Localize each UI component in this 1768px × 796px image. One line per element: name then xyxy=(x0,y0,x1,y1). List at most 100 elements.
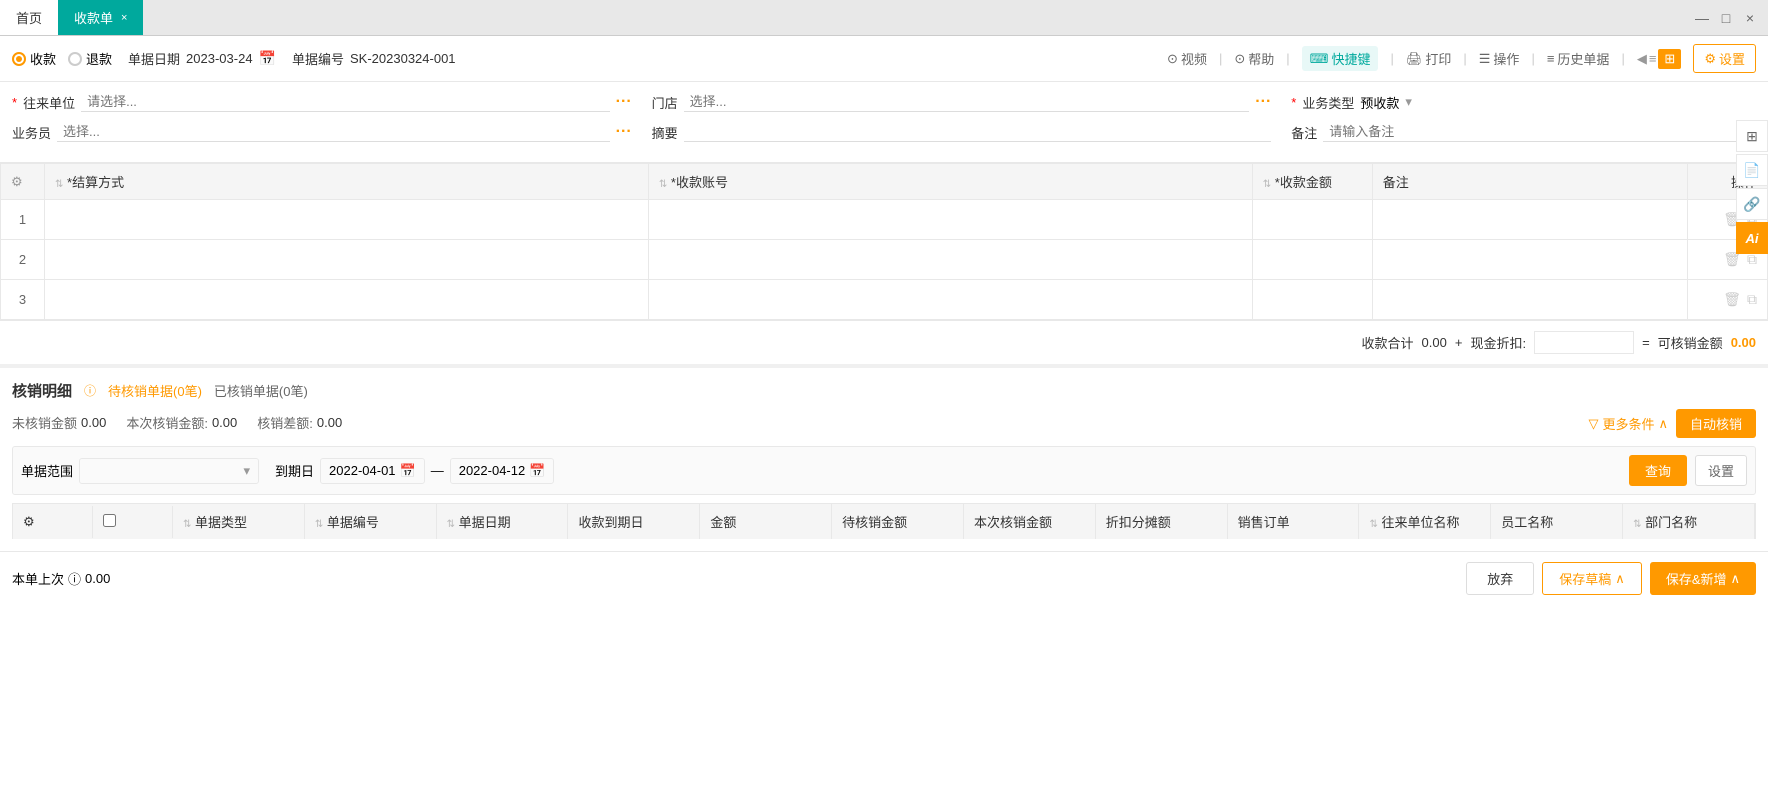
settings-gear-icon: ⚙ xyxy=(1704,51,1716,67)
receipt-radio-dot xyxy=(12,52,26,66)
table-settings-icon[interactable]: ⚙ xyxy=(11,174,23,189)
help-action[interactable]: ⊙ 帮助 xyxy=(1234,49,1274,68)
bth-due-date: 收款到期日 xyxy=(568,504,700,539)
select-all-checkbox[interactable] xyxy=(103,514,116,527)
tab-receipt[interactable]: 收款单 × xyxy=(58,0,143,35)
done-tab[interactable]: 已核销单据(0笔) xyxy=(214,381,308,400)
receipt-radio[interactable]: 收款 xyxy=(12,49,56,68)
store-more-btn[interactable]: ··· xyxy=(1255,93,1271,111)
row-3-copy-icon[interactable]: ⧉ xyxy=(1747,291,1757,308)
refund-radio-label: 退款 xyxy=(86,49,112,68)
row-3-settlement[interactable] xyxy=(45,280,649,320)
print-action[interactable]: 🖨 打印 xyxy=(1406,49,1452,68)
shortcut-action[interactable]: ⌨ 快捷键 xyxy=(1302,46,1379,71)
store-input[interactable] xyxy=(684,92,1250,112)
reconcile-title: 核销明细 xyxy=(12,380,72,401)
sidebar-table-icon[interactable]: ⊞ xyxy=(1736,120,1768,152)
partner-more-btn[interactable]: ··· xyxy=(616,93,632,111)
summary-input[interactable] xyxy=(684,122,1272,142)
toolbar-actions: ⊙ 视频 | ⊙ 帮助 | ⌨ 快捷键 | 🖨 打印 | ☰ 操作 xyxy=(1167,44,1756,73)
date-from-field[interactable]: 2022-04-01 📅 xyxy=(320,458,425,484)
operation-action[interactable]: ☰ 操作 xyxy=(1479,49,1520,68)
right-sidebar: ⊞ 📄 🔗 Ai xyxy=(1736,120,1768,254)
row-1-settlement[interactable] xyxy=(45,200,649,240)
reconcile-info-icon[interactable]: ⓘ xyxy=(84,382,96,399)
date-to-field[interactable]: 2022-04-12 📅 xyxy=(450,458,555,484)
save-new-button[interactable]: 保存&新增 ∧ xyxy=(1650,562,1756,595)
sort-icon-3: ⇅ xyxy=(1263,179,1271,190)
bth-checkbox[interactable] xyxy=(93,506,173,538)
grid-icon[interactable]: ⊞ xyxy=(1658,49,1681,69)
bth-settings-icon: ⚙ xyxy=(23,514,35,529)
note-input[interactable] xyxy=(1323,122,1756,142)
bth-partner: ⇅ 往来单位名称 xyxy=(1359,504,1491,539)
pending-tab[interactable]: 待核销单据(0笔) xyxy=(108,381,202,400)
number-value[interactable]: SK-20230324-001 xyxy=(350,51,456,66)
row-3-delete-icon[interactable]: 🗑 xyxy=(1723,291,1741,308)
receipt-table: ⚙ ⇅ *结算方式 ⇅ *收款账号 ⇅ *收款金额 备注 xyxy=(0,163,1768,320)
sort-icon-2: ⇅ xyxy=(659,179,667,190)
info-icon[interactable]: ⓘ xyxy=(68,569,81,588)
bth-settings[interactable]: ⚙ xyxy=(13,506,93,538)
sidebar-doc-icon[interactable]: 📄 xyxy=(1736,154,1768,186)
save-draft-label: 保存草稿 xyxy=(1559,569,1611,588)
row-3-amount[interactable] xyxy=(1252,280,1372,320)
form-row-2: 业务员 ··· 摘要 备注 xyxy=(12,122,1756,142)
date-calendar-icon[interactable]: 📅 xyxy=(259,50,276,67)
settings-label: 设置 xyxy=(1719,49,1745,68)
plus-sign: + xyxy=(1455,335,1463,350)
video-label: 视频 xyxy=(1181,49,1207,68)
partner-label: 往来单位 xyxy=(23,93,75,112)
row-1-account[interactable] xyxy=(648,200,1252,240)
tab-receipt-label: 收款单 xyxy=(74,8,113,27)
business-type-value: 预收款 xyxy=(1360,93,1399,112)
more-conditions-btn[interactable]: ▽ 更多条件 ∧ xyxy=(1588,414,1668,433)
staff-more-btn[interactable]: ··· xyxy=(616,123,632,141)
abandon-button[interactable]: 放弃 xyxy=(1466,562,1534,595)
date-field-group: 单据日期 2023-03-24 📅 xyxy=(128,49,276,68)
prev-icon[interactable]: ◀ xyxy=(1637,51,1647,67)
sidebar-ai-icon[interactable]: Ai xyxy=(1736,222,1768,254)
query-button[interactable]: 查询 xyxy=(1629,455,1687,486)
tab-bar: 首页 收款单 × — □ × xyxy=(0,0,1768,36)
tab-home-label: 首页 xyxy=(16,8,42,27)
list-icon[interactable]: ≡ xyxy=(1649,51,1657,66)
date-range-dash: — xyxy=(431,463,444,478)
settings-button[interactable]: ⚙ 设置 xyxy=(1693,44,1756,73)
auto-reconcile-button[interactable]: 自动核销 xyxy=(1676,409,1756,438)
row-3-account[interactable] xyxy=(648,280,1252,320)
reconcile-settings-button[interactable]: 设置 xyxy=(1695,455,1747,486)
business-type-label: 业务类型 xyxy=(1302,93,1354,112)
save-draft-button[interactable]: 保存草稿 ∧ xyxy=(1542,562,1642,595)
minimize-button[interactable]: — xyxy=(1692,8,1712,28)
date-to-calendar-icon: 📅 xyxy=(529,463,545,479)
table-section: ⚙ ⇅ *结算方式 ⇅ *收款账号 ⇅ *收款金额 备注 xyxy=(0,163,1768,320)
refund-radio[interactable]: 退款 xyxy=(68,49,112,68)
history-action[interactable]: ≡ 历史单据 xyxy=(1547,49,1610,68)
row-3-note[interactable] xyxy=(1372,280,1687,320)
video-action[interactable]: ⊙ 视频 xyxy=(1167,49,1207,68)
date-value[interactable]: 2023-03-24 xyxy=(186,51,253,66)
sort-icon-dept: ⇅ xyxy=(1633,519,1641,530)
discount-input[interactable] xyxy=(1534,331,1634,354)
unchecked-label: 未核销金额 xyxy=(12,413,77,432)
close-button[interactable]: × xyxy=(1740,8,1760,28)
th-note: 备注 xyxy=(1372,164,1687,200)
staff-input[interactable] xyxy=(57,122,610,142)
partner-input[interactable] xyxy=(81,92,610,112)
row-2-account[interactable] xyxy=(648,240,1252,280)
maximize-button[interactable]: □ xyxy=(1716,8,1736,28)
sort-icon-doc: ⇅ xyxy=(183,519,191,530)
row-1-amount[interactable] xyxy=(1252,200,1372,240)
range-select[interactable]: ▾ xyxy=(79,458,259,484)
number-field-group: 单据编号 SK-20230324-001 xyxy=(292,49,456,68)
th-amount-label: *收款金额 xyxy=(1275,175,1332,190)
row-2-note[interactable] xyxy=(1372,240,1687,280)
tab-home[interactable]: 首页 xyxy=(0,0,58,35)
sidebar-link-icon[interactable]: 🔗 xyxy=(1736,188,1768,220)
tab-close-icon[interactable]: × xyxy=(121,12,127,24)
row-2-settlement[interactable] xyxy=(45,240,649,280)
row-1-note[interactable] xyxy=(1372,200,1687,240)
row-2-amount[interactable] xyxy=(1252,240,1372,280)
business-type-select[interactable]: 预收款 ▾ xyxy=(1360,93,1412,112)
